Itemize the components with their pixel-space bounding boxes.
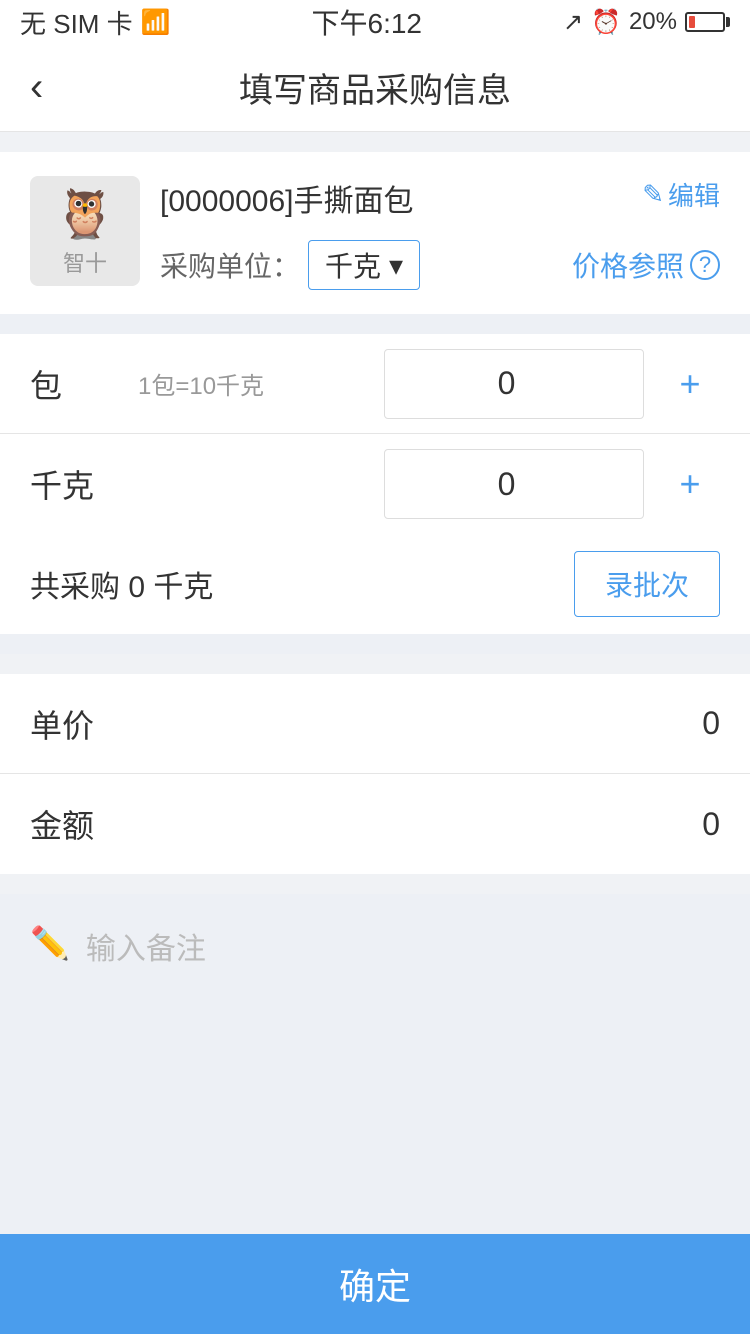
unit-dropdown[interactable]: 千克 ▾ (308, 240, 420, 290)
unit-price-label: 单价 (30, 701, 94, 747)
back-button[interactable]: ‹ (30, 65, 90, 110)
kg-quantity-input[interactable] (384, 449, 644, 519)
location-icon: ↗ (563, 8, 583, 37)
bao-quantity-input[interactable] (384, 349, 644, 419)
kg-input-row: 千克 + (0, 434, 750, 534)
total-row: 共采购 0 千克 录批次 (0, 534, 750, 634)
product-image: 🦉 智十 (30, 176, 140, 286)
bao-input-row: 包 1包=10千克 + (0, 334, 750, 434)
unit-label: 采购单位： (160, 245, 300, 285)
status-bar: 无 SIM 卡 📶 下午6:12 ↗ ⏰ 20% (0, 0, 750, 44)
product-name: [0000006]手撕面包 (160, 176, 413, 220)
bao-sublabel: 1包=10千克 (138, 366, 264, 401)
confirm-button[interactable]: 确定 (0, 1234, 750, 1334)
amount-row: 金额 0 (0, 774, 750, 874)
unit-selector-wrap: 采购单位： 千克 ▾ (160, 240, 420, 290)
amount-label: 金额 (30, 801, 94, 847)
price-ref-help-icon: ? (690, 250, 720, 280)
edit-button[interactable]: ✎ 编辑 (642, 176, 720, 213)
product-card: 🦉 智十 [0000006]手撕面包 ✎ 编辑 采购单位： 千克 ▾ 价格参照 … (0, 152, 750, 314)
owl-icon: 🦉 (55, 185, 115, 242)
battery-icon (685, 12, 730, 32)
dropdown-arrow: ▾ (389, 249, 403, 282)
battery-percent: 20% (629, 8, 677, 36)
kg-label: 千克 (30, 461, 130, 507)
product-info: [0000006]手撕面包 ✎ 编辑 采购单位： 千克 ▾ 价格参照 ? (160, 176, 720, 290)
carrier-label: 无 SIM 卡 (20, 4, 133, 41)
product-image-label: 智十 (63, 246, 107, 278)
unit-price-row: 单价 0 (0, 674, 750, 774)
edit-icon: ✎ (642, 179, 664, 210)
bao-input-wrap: + (264, 349, 720, 419)
unit-price-value: 0 (702, 705, 720, 742)
wifi-icon: 📶 (141, 8, 171, 37)
price-section: 单价 0 金额 0 (0, 674, 750, 874)
page-title: 填写商品采购信息 (239, 63, 511, 112)
note-section[interactable]: ✏️ 输入备注 (0, 894, 750, 998)
record-batch-button[interactable]: 录批次 (574, 551, 720, 617)
status-left: 无 SIM 卡 📶 (20, 4, 171, 41)
input-section: 包 1包=10千克 + 千克 + (0, 334, 750, 534)
product-unit-row: 采购单位： 千克 ▾ 价格参照 ? (160, 240, 720, 290)
kg-input-wrap: + (130, 449, 720, 519)
product-header: [0000006]手撕面包 ✎ 编辑 (160, 176, 720, 220)
help-char: ? (699, 252, 711, 278)
bao-label: 包 (30, 361, 130, 407)
amount-value: 0 (702, 806, 720, 843)
price-ref-label: 价格参照 (572, 245, 684, 285)
section-separator-1 (0, 314, 750, 334)
status-right: ↗ ⏰ 20% (563, 8, 730, 37)
alarm-icon: ⏰ (591, 8, 621, 37)
bao-plus-button[interactable]: + (660, 354, 720, 414)
status-time: 下午6:12 (312, 2, 423, 42)
unit-value: 千克 (325, 245, 381, 285)
pencil-icon: ✏️ (30, 924, 70, 962)
note-placeholder: 输入备注 (86, 924, 206, 968)
kg-plus-button[interactable]: + (660, 454, 720, 514)
nav-bar: ‹ 填写商品采购信息 (0, 44, 750, 132)
price-ref-button[interactable]: 价格参照 ? (572, 245, 720, 285)
section-separator-2 (0, 634, 750, 654)
total-text: 共采购 0 千克 (30, 562, 213, 606)
edit-label: 编辑 (668, 176, 720, 213)
